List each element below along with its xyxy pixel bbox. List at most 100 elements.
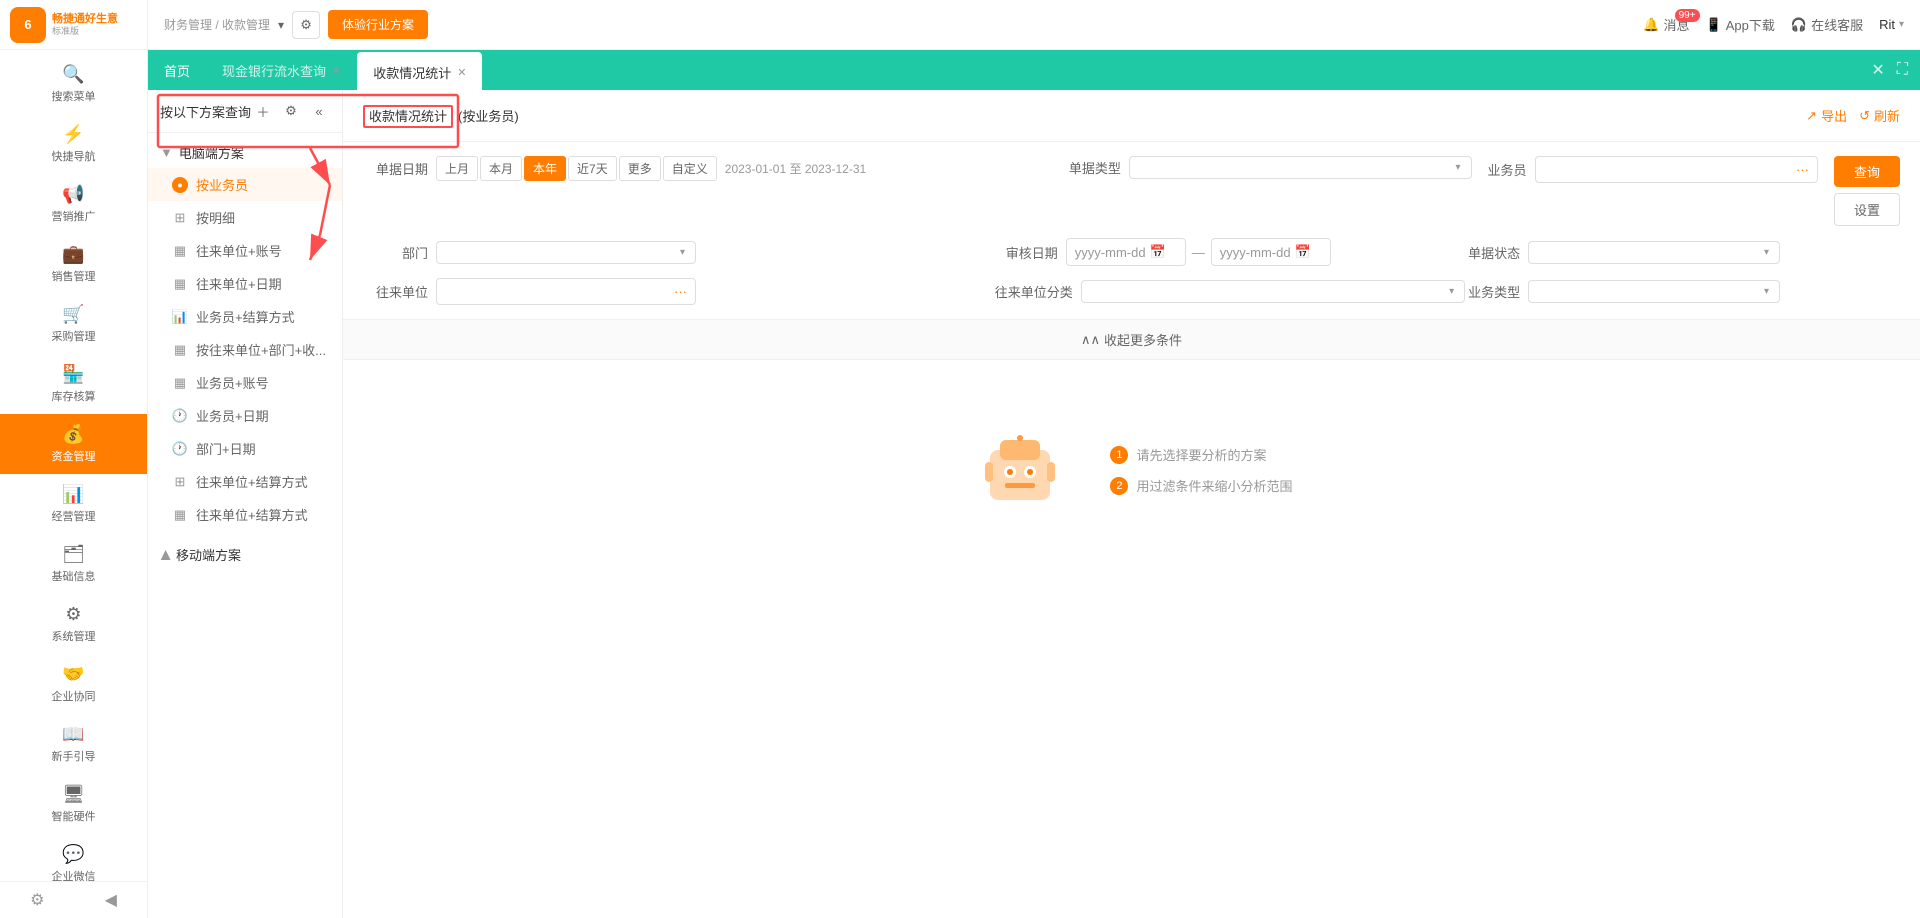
doc-type-label: 单据类型: [1056, 158, 1121, 177]
doc-status-select[interactable]: ▾: [1528, 241, 1780, 264]
date-tab-last-month[interactable]: 上月: [436, 156, 478, 181]
partner-category-select[interactable]: ▾: [1081, 280, 1465, 303]
action-buttons: 查询 设置: [1834, 156, 1900, 226]
footer-settings-icon[interactable]: ⚙: [30, 890, 44, 910]
date-tab-this-month[interactable]: 本月: [480, 156, 522, 181]
review-date-range: yyyy-mm-dd 📅 — yyyy-mm-dd 📅: [1066, 238, 1331, 266]
sidebar-item-guide[interactable]: 📖 新手引导: [0, 714, 147, 774]
scheme-item-salesperson-settlement[interactable]: 📊 业务员+结算方式: [148, 300, 342, 333]
salesperson-select[interactable]: ···: [1535, 156, 1818, 183]
desktop-scheme-group-header[interactable]: ▼ 电脑端方案: [148, 137, 342, 168]
sidebar-item-operations[interactable]: 📊 经营管理: [0, 474, 147, 534]
filter-area: 单据日期 上月 本月 本年 近7天 更多 自定义 2023-01-01 至 20…: [343, 142, 1920, 320]
review-date-end-input[interactable]: yyyy-mm-dd 📅: [1211, 238, 1331, 266]
scheme-settings-button[interactable]: ⚙: [280, 100, 302, 122]
scheme-item-unit-settlement1[interactable]: ⊞ 往来单位+结算方式: [148, 465, 342, 498]
robot-svg: [970, 420, 1070, 520]
plus-icon: ＋: [256, 102, 269, 121]
operations-icon: 📊: [62, 484, 84, 505]
scheme-item-dept-date[interactable]: 🕐 部门+日期: [148, 432, 342, 465]
export-button[interactable]: ↗ 导出: [1806, 106, 1847, 125]
scheme-item-salesperson-date[interactable]: 🕐 业务员+日期: [148, 399, 342, 432]
dept-select[interactable]: ▾: [436, 241, 696, 264]
download-icon: 📱: [1706, 17, 1722, 33]
sidebar-item-basic[interactable]: 🗂 基础信息: [0, 534, 147, 594]
partner-select[interactable]: ···: [436, 278, 696, 305]
page-title: 收款情况统计 (按业务员): [363, 105, 519, 126]
sidebar-item-wechat[interactable]: 💬 企业微信: [0, 834, 147, 881]
salesperson-account-icon: ▦: [172, 375, 188, 391]
sidebar-item-quicknav[interactable]: ⚡ 快捷导航: [0, 114, 147, 174]
messages-button[interactable]: 🔔 消息 99+: [1643, 15, 1689, 34]
tip-text-1: 请先选择要分析的方案: [1136, 445, 1266, 464]
sidebar-item-search[interactable]: 🔍 搜索菜单: [0, 54, 147, 114]
collapse-bar[interactable]: ∧∧ 收起更多条件: [343, 320, 1920, 360]
footer-collapse-icon[interactable]: ◀: [105, 890, 117, 910]
sidebar-item-finance[interactable]: 💰 资金管理: [0, 414, 147, 474]
tab-expand-icon[interactable]: ⛶: [1897, 61, 1908, 79]
sidebar-item-purchase[interactable]: 🛒 采购管理: [0, 294, 147, 354]
unit-date-icon: ▦: [172, 276, 188, 292]
chevron-down-icon: ▾: [1899, 19, 1904, 30]
scheme-list: ● 按业务员 ⊞ 按明细 ▦ 往来单位+账号 ▦ 往来单位+日期: [148, 168, 342, 531]
quicknav-icon: ⚡: [62, 124, 84, 145]
header-settings-icon[interactable]: ⚙: [292, 11, 320, 39]
doc-status-label: 单据状态: [1465, 243, 1520, 262]
app-download-button[interactable]: 📱 App下载: [1706, 15, 1775, 34]
filter-settings-button[interactable]: 设置: [1834, 193, 1900, 226]
panel-collapse-button[interactable]: «: [308, 100, 330, 122]
calendar-end-icon: 📅: [1295, 244, 1311, 260]
main-area: 财务管理 / 收款管理 ▾ ⚙ 体验行业方案 🔔 消息 99+ 📱 App下载 …: [148, 0, 1920, 918]
sidebar-item-system[interactable]: ⚙ 系统管理: [0, 594, 147, 654]
doc-type-select[interactable]: ▾: [1129, 156, 1472, 179]
tab-close-all-icon[interactable]: ✕: [1871, 60, 1884, 80]
tab-bank-flow-close[interactable]: ✕: [332, 64, 341, 77]
guide-icon: 📖: [62, 724, 84, 745]
sales-icon: 💼: [62, 244, 84, 265]
user-avatar[interactable]: Rit ▾: [1879, 17, 1904, 32]
sidebar-item-marketing[interactable]: 📢 营销推广: [0, 174, 147, 234]
query-button[interactable]: 查询: [1834, 156, 1900, 187]
tab-bank-flow[interactable]: 现金银行流水查询 ✕: [206, 50, 357, 90]
refresh-button[interactable]: ↺ 刷新: [1859, 106, 1900, 125]
mobile-scheme-group-header[interactable]: ▶ 移动端方案: [148, 539, 342, 570]
scheme-item-unit-account[interactable]: ▦ 往来单位+账号: [148, 234, 342, 267]
empty-area: 1 请先选择要分析的方案 2 用过滤条件来缩小分析范围: [343, 360, 1920, 918]
gear-icon: ⚙: [285, 103, 297, 119]
tab-receipt-stats[interactable]: 收款情况统计 ✕: [357, 52, 482, 92]
scheme-item-by-salesperson[interactable]: ● 按业务员: [148, 168, 342, 201]
salesperson-label: 业务员: [1472, 160, 1527, 179]
tab-receipt-stats-close[interactable]: ✕: [457, 66, 466, 79]
tab-home[interactable]: 首页: [148, 50, 206, 90]
review-date-start-input[interactable]: yyyy-mm-dd 📅: [1066, 238, 1186, 266]
date-tab-custom[interactable]: 自定义: [663, 156, 717, 181]
biz-type-select[interactable]: ▾: [1528, 280, 1780, 303]
page-content: 按以下方案查询 ＋ ⚙ « ▼ 电脑端方案: [148, 90, 1920, 918]
inventory-icon: 🏪: [62, 364, 84, 385]
scheme-item-unit-settlement2[interactable]: ▦ 往来单位+结算方式: [148, 498, 342, 531]
wechat-icon: 💬: [62, 844, 84, 865]
date-tab-more[interactable]: 更多: [619, 156, 661, 181]
expand-arrow-icon: ▼: [160, 145, 173, 160]
page-title-actions: ↗ 导出 ↺ 刷新: [1806, 106, 1900, 125]
breadcrumb: 财务管理 / 收款管理: [164, 16, 270, 33]
add-scheme-button[interactable]: ＋: [252, 100, 274, 122]
sidebar-item-enterprise[interactable]: 🤝 企业协同: [0, 654, 147, 714]
dept-chevron-icon: ▾: [680, 247, 685, 258]
trial-button[interactable]: 体验行业方案: [328, 10, 428, 39]
mobile-scheme-group: ▶ 移动端方案: [148, 535, 342, 574]
export-icon: ↗: [1806, 108, 1817, 124]
sidebar-item-inventory[interactable]: 🏪 库存核算: [0, 354, 147, 414]
scheme-item-unit-dept[interactable]: ▦ 按往来单位+部门+收...: [148, 333, 342, 366]
date-tab-last7days[interactable]: 近7天: [568, 156, 617, 181]
breadcrumb-dropdown[interactable]: ▾: [278, 18, 284, 32]
sidebar-item-hardware[interactable]: 🖥 智能硬件: [0, 774, 147, 834]
partner-label: 往来单位: [363, 282, 428, 301]
scheme-item-by-detail[interactable]: ⊞ 按明细: [148, 201, 342, 234]
online-service-button[interactable]: 🎧 在线客服: [1791, 15, 1863, 34]
sidebar-item-sales[interactable]: 💼 销售管理: [0, 234, 147, 294]
scheme-item-unit-date[interactable]: ▦ 往来单位+日期: [148, 267, 342, 300]
date-tab-this-year[interactable]: 本年: [524, 156, 566, 181]
dept-label: 部门: [363, 243, 428, 262]
scheme-item-salesperson-account[interactable]: ▦ 业务员+账号: [148, 366, 342, 399]
